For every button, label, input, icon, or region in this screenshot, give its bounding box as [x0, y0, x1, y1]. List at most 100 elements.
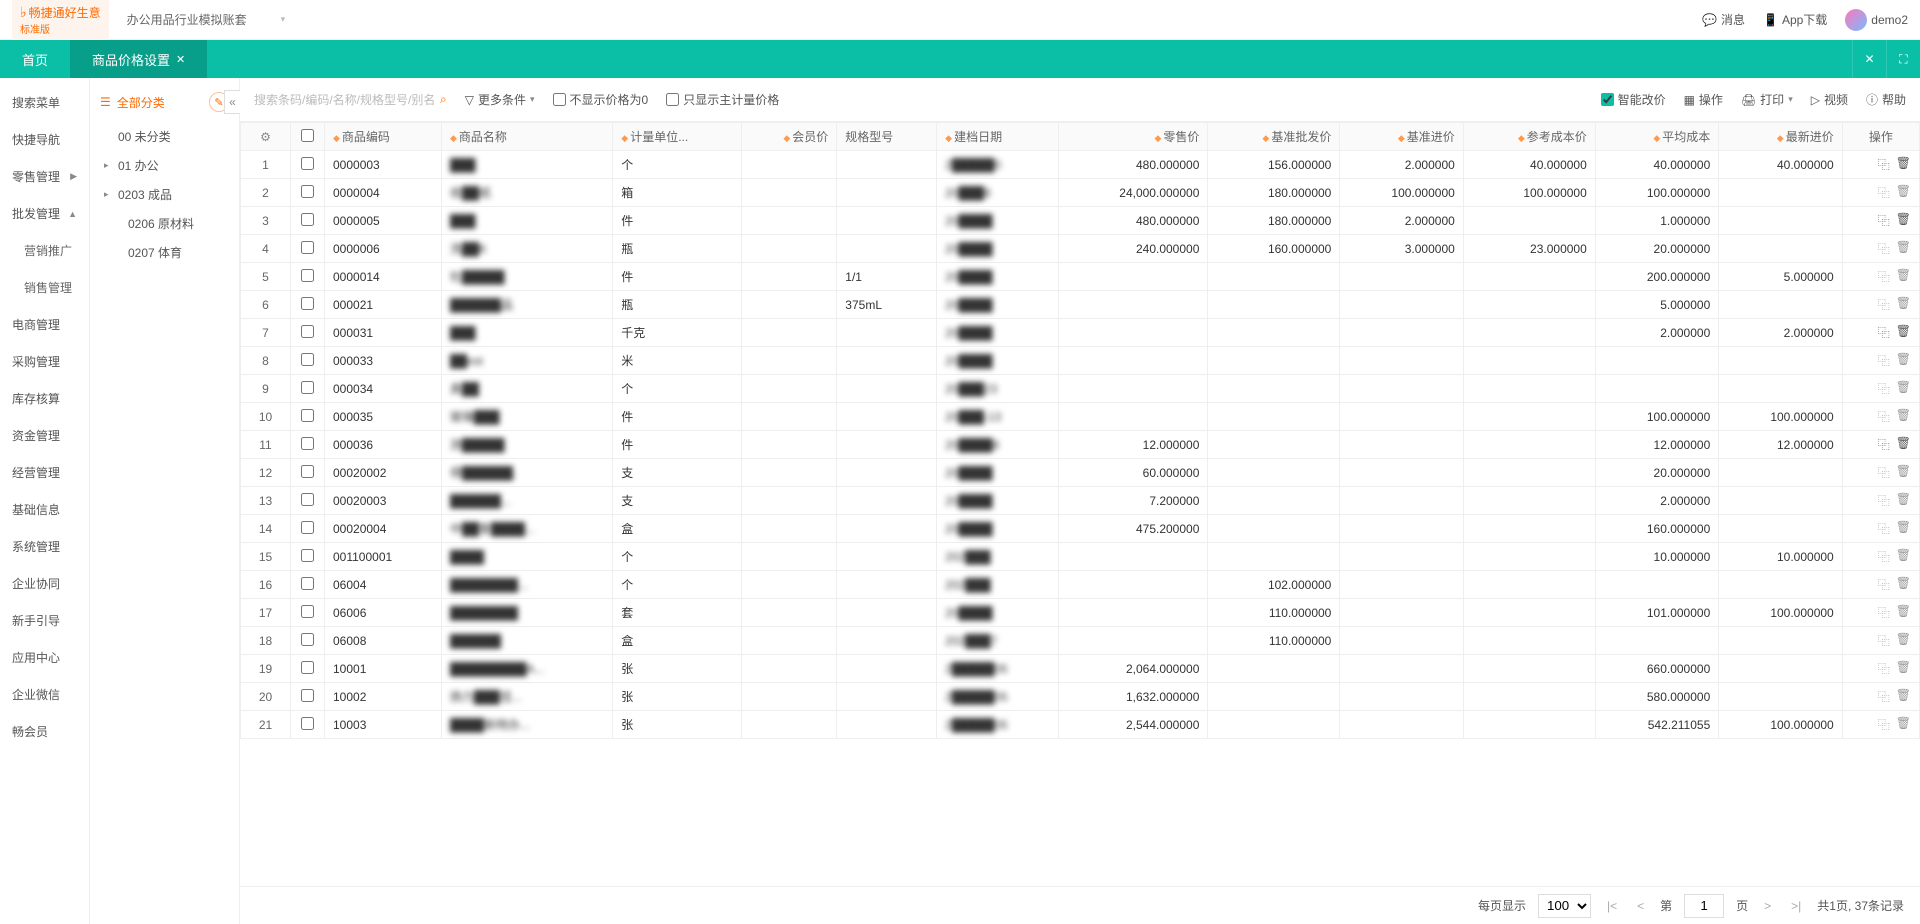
- copy-icon[interactable]: ⿻: [1878, 184, 1890, 201]
- table-row[interactable]: 30000005███件20████480.000000180.0000002.…: [241, 207, 1920, 235]
- sidebar-item[interactable]: 应用中心: [0, 639, 89, 676]
- table-row[interactable]: 40000006洗██K瓶20████240.000000160.0000003…: [241, 235, 1920, 263]
- select-all-checkbox[interactable]: [301, 129, 314, 142]
- table-row[interactable]: 10000003███个2█████0480.000000156.0000002…: [241, 151, 1920, 179]
- sidebar-item[interactable]: 企业微信: [0, 676, 89, 713]
- copy-icon[interactable]: ⿻: [1878, 520, 1890, 537]
- copy-icon[interactable]: ⿻: [1878, 408, 1890, 425]
- collapse-panel-icon[interactable]: «: [224, 90, 240, 114]
- table-row[interactable]: 1806008██████盒202███7110.000000⿻🗑: [241, 627, 1920, 655]
- sort-icon[interactable]: ◆: [783, 133, 790, 143]
- sidebar-item[interactable]: 系统管理: [0, 528, 89, 565]
- hide-zero-checkbox[interactable]: 不显示价格为0: [553, 91, 649, 108]
- table-row[interactable]: 10000035玻璃███件20███-13100.000000100.0000…: [241, 403, 1920, 431]
- table-row[interactable]: 1606004████████...个202███102.000000⿻🗑: [241, 571, 1920, 599]
- smart-price-toggle[interactable]: 智能改价: [1601, 91, 1666, 108]
- sidebar-item[interactable]: 企业协同: [0, 565, 89, 602]
- sidebar-item[interactable]: 营销推广: [0, 232, 89, 269]
- row-checkbox[interactable]: [301, 465, 314, 478]
- delete-icon[interactable]: 🗑: [1896, 156, 1911, 173]
- category-item[interactable]: 0206 原材料: [90, 209, 239, 238]
- sidebar-item[interactable]: 资金管理: [0, 417, 89, 454]
- sidebar-item[interactable]: 搜索菜单: [0, 84, 89, 121]
- row-checkbox[interactable]: [301, 605, 314, 618]
- delete-icon[interactable]: 🗑: [1896, 352, 1911, 369]
- sidebar-item[interactable]: 基础信息: [0, 491, 89, 528]
- copy-icon[interactable]: ⿻: [1878, 632, 1890, 649]
- row-checkbox[interactable]: [301, 633, 314, 646]
- table-row[interactable]: 1200020002得██████.支20████60.00000020.000…: [241, 459, 1920, 487]
- delete-icon[interactable]: 🗑: [1896, 436, 1911, 453]
- next-page-icon[interactable]: >: [1760, 899, 1775, 913]
- row-checkbox[interactable]: [301, 409, 314, 422]
- row-checkbox[interactable]: [301, 437, 314, 450]
- delete-icon[interactable]: 🗑: [1896, 212, 1911, 229]
- sidebar-item[interactable]: 批发管理▲: [0, 195, 89, 232]
- copy-icon[interactable]: ⿻: [1878, 464, 1890, 481]
- row-checkbox[interactable]: [301, 297, 314, 310]
- messages-button[interactable]: 💬消息: [1702, 11, 1745, 28]
- copy-icon[interactable]: ⿻: [1878, 688, 1890, 705]
- sidebar-item[interactable]: 库存核算: [0, 380, 89, 417]
- row-checkbox[interactable]: [301, 213, 314, 226]
- tab-home[interactable]: 首页: [0, 40, 70, 78]
- sort-icon[interactable]: ◆: [621, 133, 628, 143]
- delete-icon[interactable]: 🗑: [1896, 660, 1911, 677]
- close-icon[interactable]: ✕: [176, 53, 185, 66]
- delete-icon[interactable]: 🗑: [1896, 548, 1911, 565]
- copy-icon[interactable]: ⿻: [1878, 604, 1890, 621]
- table-row[interactable]: 2110003████新特办...张2█████052,544.00000054…: [241, 711, 1920, 739]
- row-checkbox[interactable]: [301, 241, 314, 254]
- delete-icon[interactable]: 🗑: [1896, 492, 1911, 509]
- copy-icon[interactable]: ⿻: [1878, 716, 1890, 733]
- fullscreen-icon[interactable]: ⛶: [1886, 40, 1920, 78]
- delete-icon[interactable]: 🗑: [1896, 688, 1911, 705]
- sidebar-item[interactable]: 采购管理: [0, 343, 89, 380]
- video-button[interactable]: ▷视频: [1811, 91, 1848, 108]
- table-row[interactable]: 15001100001████个202███10.00000010.000000…: [241, 543, 1920, 571]
- copy-icon[interactable]: ⿻: [1878, 548, 1890, 565]
- row-checkbox[interactable]: [301, 381, 314, 394]
- app-download-button[interactable]: 📱App下载: [1763, 11, 1827, 28]
- table-row[interactable]: 7000031███千克20████2.0000002.000000⿻🗑: [241, 319, 1920, 347]
- page-size-select[interactable]: 100: [1538, 894, 1591, 918]
- more-filters-button[interactable]: ▽更多条件▾: [465, 91, 535, 108]
- sidebar-item[interactable]: 经营管理: [0, 454, 89, 491]
- copy-icon[interactable]: ⿻: [1878, 436, 1890, 453]
- row-checkbox[interactable]: [301, 549, 314, 562]
- close-all-icon[interactable]: ✕: [1852, 40, 1886, 78]
- sort-icon[interactable]: ◆: [1398, 133, 1405, 143]
- delete-icon[interactable]: 🗑: [1896, 576, 1911, 593]
- sort-icon[interactable]: ◆: [1154, 133, 1161, 143]
- delete-icon[interactable]: 🗑: [1896, 464, 1911, 481]
- copy-icon[interactable]: ⿻: [1878, 352, 1890, 369]
- category-item[interactable]: 0207 体育: [90, 238, 239, 267]
- row-checkbox[interactable]: [301, 493, 314, 506]
- category-item[interactable]: 00 未分类: [90, 122, 239, 151]
- print-button[interactable]: 🖨打印▾: [1741, 91, 1793, 108]
- row-checkbox[interactable]: [301, 577, 314, 590]
- page-input[interactable]: [1684, 894, 1724, 918]
- sidebar-item[interactable]: 零售管理▶: [0, 158, 89, 195]
- sidebar-item[interactable]: 销售管理: [0, 269, 89, 306]
- table-row[interactable]: 20000004收██纸箱20███824,000.000000180.0000…: [241, 179, 1920, 207]
- table-row[interactable]: 8000033██est米20████⿻🗑: [241, 347, 1920, 375]
- table-row[interactable]: 50000014杜█████件1/120████200.0000005.0000…: [241, 263, 1920, 291]
- sort-icon[interactable]: ◆: [450, 133, 457, 143]
- table-row[interactable]: 11000036测█████件20████812.00000012.000000…: [241, 431, 1920, 459]
- row-checkbox[interactable]: [301, 325, 314, 338]
- sidebar-item[interactable]: 快捷导航: [0, 121, 89, 158]
- row-checkbox[interactable]: [301, 157, 314, 170]
- delete-icon[interactable]: 🗑: [1896, 716, 1911, 733]
- delete-icon[interactable]: 🗑: [1896, 240, 1911, 257]
- copy-icon[interactable]: ⿻: [1878, 380, 1890, 397]
- copy-icon[interactable]: ⿻: [1878, 324, 1890, 341]
- copy-icon[interactable]: ⿻: [1878, 492, 1890, 509]
- user-menu[interactable]: demo2: [1845, 9, 1908, 31]
- delete-icon[interactable]: 🗑: [1896, 408, 1911, 425]
- copy-icon[interactable]: ⿻: [1878, 576, 1890, 593]
- table-row[interactable]: 1400020004中██客████...盒20████475.20000016…: [241, 515, 1920, 543]
- category-item[interactable]: ▸0203 成品: [90, 180, 239, 209]
- copy-icon[interactable]: ⿻: [1878, 240, 1890, 257]
- sort-icon[interactable]: ◆: [1777, 133, 1784, 143]
